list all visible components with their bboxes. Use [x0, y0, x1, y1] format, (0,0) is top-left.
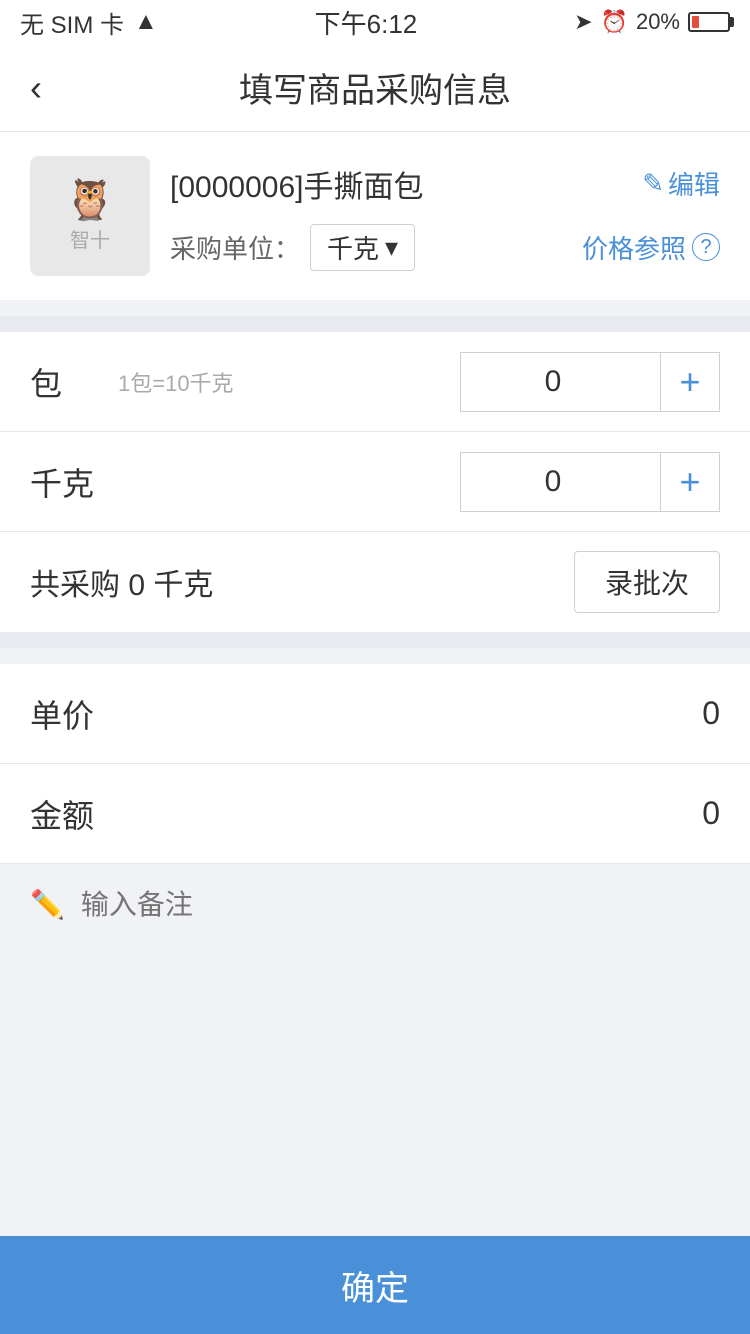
price-ref-button[interactable]: 价格参照 ? — [582, 229, 720, 266]
bag-plus-button[interactable]: + — [660, 352, 720, 412]
quantity-section: 包 1包=10千克 + 千克 + — [0, 332, 750, 532]
unit-label: 采购单位： — [170, 229, 300, 266]
chevron-down-icon: ▾ — [385, 232, 398, 263]
product-logo-text: 智十 — [70, 224, 110, 253]
edit-button[interactable]: ✎ 编辑 — [642, 165, 720, 202]
status-time: 下午6:12 — [315, 4, 418, 41]
kg-input[interactable] — [460, 452, 660, 512]
remark-icon: ✏️ — [30, 888, 65, 921]
price-section: 单价 0 金额 0 — [0, 664, 750, 864]
edit-icon: ✎ — [642, 168, 664, 199]
back-button[interactable]: ‹ — [30, 67, 42, 109]
bag-sub-label: 1包=10千克 — [118, 366, 460, 398]
product-logo-icon: 🦉 — [65, 180, 115, 220]
location-icon: ➤ — [574, 9, 592, 35]
sim-text: 无 SIM 卡 — [20, 5, 124, 40]
kg-input-row: 千克 + — [0, 432, 750, 532]
kg-label: 千克 — [30, 459, 110, 505]
confirm-button[interactable]: 确定 — [0, 1236, 750, 1334]
alarm-icon: ⏰ — [601, 9, 628, 35]
product-section: 🦉 智十 [0000006]手撕面包 ✎ 编辑 采购单位： 千克 ▾ 价格参照 … — [0, 132, 750, 300]
amount-value: 0 — [702, 795, 720, 832]
battery-text: 20% — [636, 9, 680, 35]
nav-bar: ‹ 填写商品采购信息 — [0, 44, 750, 132]
product-name: [0000006]手撕面包 — [170, 162, 423, 206]
total-text: 共采购 0 千克 — [30, 560, 213, 604]
wifi-icon: ▲ — [134, 8, 158, 36]
unit-row: 采购单位： 千克 ▾ 价格参照 ? — [170, 224, 720, 271]
remark-input[interactable] — [81, 889, 720, 921]
amount-row: 金额 0 — [0, 764, 750, 864]
amount-label: 金额 — [30, 791, 94, 837]
unit-value: 千克 — [327, 229, 379, 266]
unit-price-value: 0 — [702, 695, 720, 732]
divider-1 — [0, 316, 750, 332]
page-title: 填写商品采购信息 — [239, 63, 511, 112]
edit-label: 编辑 — [668, 165, 720, 202]
product-name-row: [0000006]手撕面包 ✎ 编辑 — [170, 162, 720, 206]
total-row: 共采购 0 千克 录批次 — [0, 532, 750, 632]
unit-price-label: 单价 — [30, 691, 94, 737]
bag-input[interactable] — [460, 352, 660, 412]
product-image: 🦉 智十 — [30, 156, 150, 276]
status-right: ➤ ⏰ 20% — [574, 9, 730, 35]
batch-button[interactable]: 录批次 — [574, 551, 720, 613]
bottom-spacer — [0, 945, 750, 1145]
battery-icon — [688, 12, 730, 32]
remark-section: ✏️ — [0, 864, 750, 945]
divider-2 — [0, 632, 750, 648]
bag-input-wrap: + — [460, 352, 720, 412]
bag-label: 包 — [30, 359, 110, 405]
unit-selector-wrap: 采购单位： 千克 ▾ — [170, 224, 415, 271]
product-info: [0000006]手撕面包 ✎ 编辑 采购单位： 千克 ▾ 价格参照 ? — [170, 162, 720, 271]
unit-price-row: 单价 0 — [0, 664, 750, 764]
bag-input-row: 包 1包=10千克 + — [0, 332, 750, 432]
unit-select[interactable]: 千克 ▾ — [310, 224, 415, 271]
status-left: 无 SIM 卡 ▲ — [20, 5, 158, 40]
kg-plus-button[interactable]: + — [660, 452, 720, 512]
price-ref-label: 价格参照 — [582, 229, 686, 266]
kg-input-wrap: + — [460, 452, 720, 512]
status-bar: 无 SIM 卡 ▲ 下午6:12 ➤ ⏰ 20% — [0, 0, 750, 44]
price-ref-icon: ? — [692, 233, 720, 261]
